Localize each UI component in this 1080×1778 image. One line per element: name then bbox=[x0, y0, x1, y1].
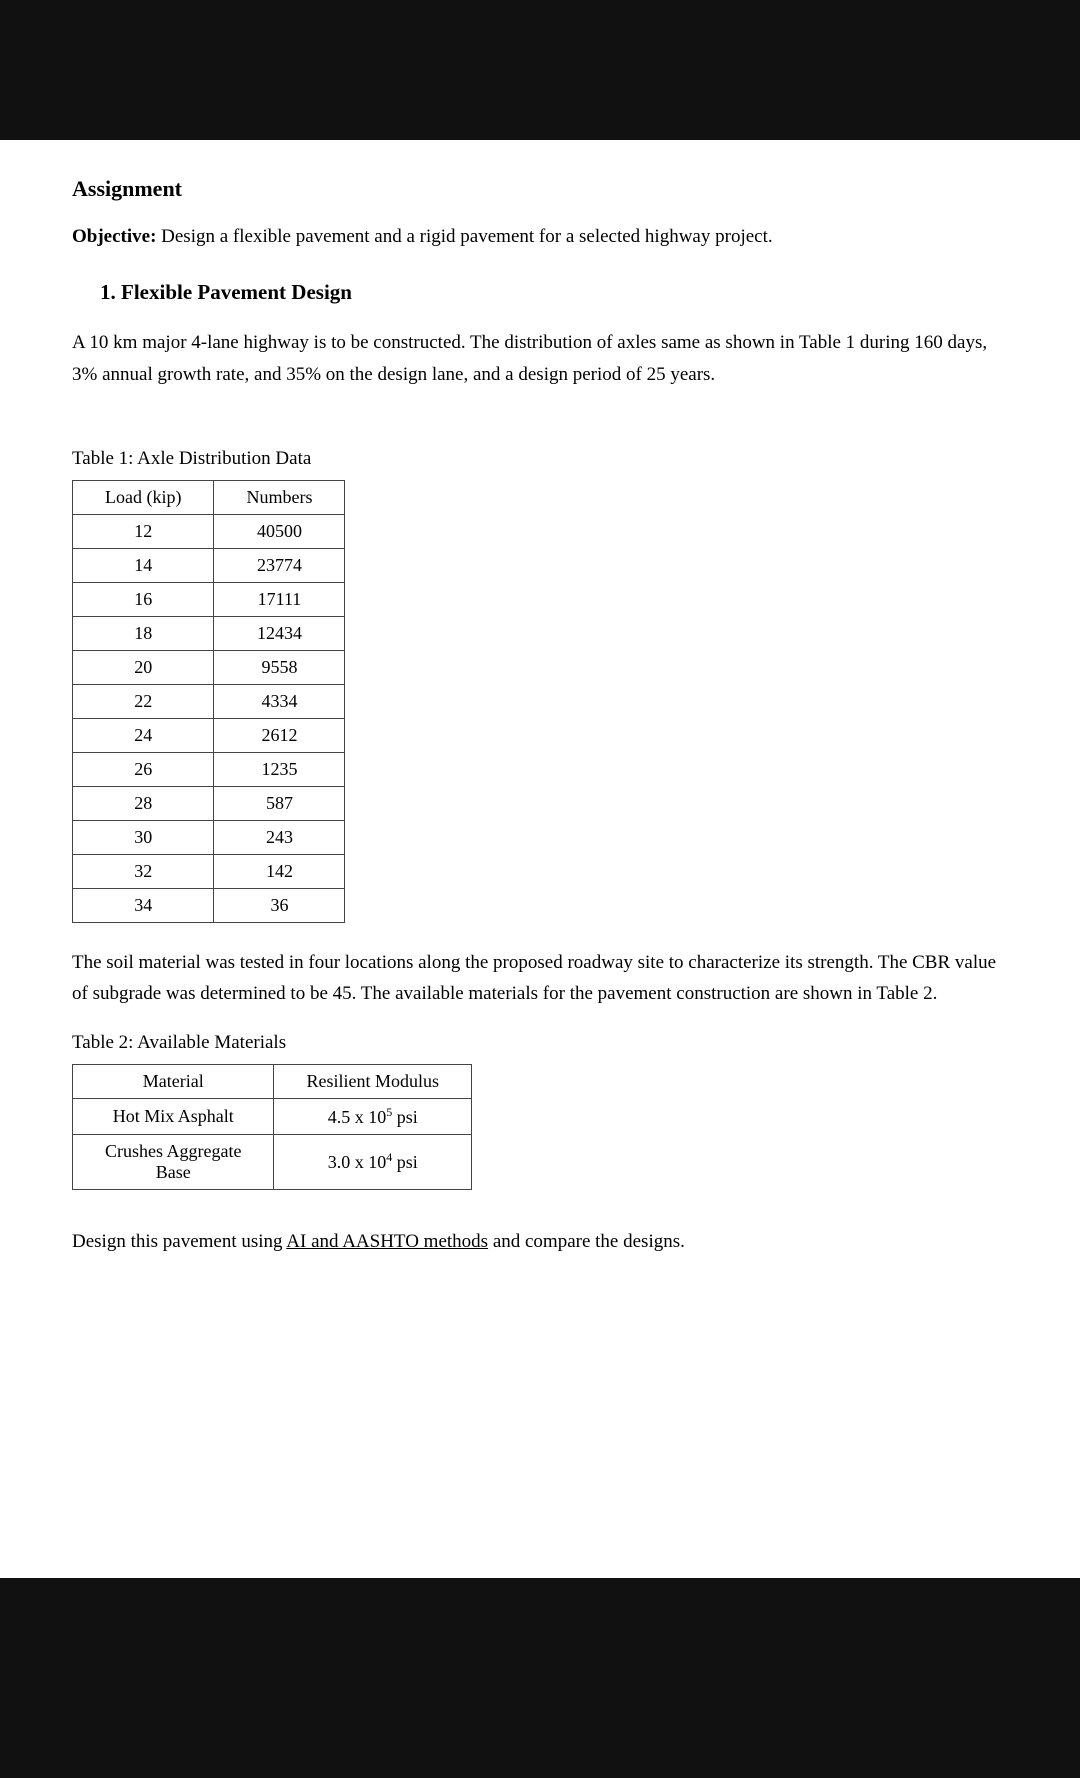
table1-cell-0-1: 40500 bbox=[214, 515, 345, 549]
table1-cell-6-0: 24 bbox=[73, 719, 214, 753]
table1-cell-9-0: 30 bbox=[73, 821, 214, 855]
table1-cell-8-0: 28 bbox=[73, 787, 214, 821]
table1-row-5: 224334 bbox=[73, 685, 345, 719]
table1-row-1: 1423774 bbox=[73, 549, 345, 583]
objective-text: Design a flexible pavement and a rigid p… bbox=[161, 226, 772, 247]
table1-cell-7-0: 26 bbox=[73, 753, 214, 787]
small-spacer bbox=[72, 1214, 1008, 1226]
table1-row-9: 30243 bbox=[73, 821, 345, 855]
table1-cell-10-0: 32 bbox=[73, 855, 214, 889]
section1-heading: 1. Flexible Pavement Design bbox=[100, 280, 1008, 305]
table1-cell-7-1: 1235 bbox=[214, 753, 345, 787]
table1-row-7: 261235 bbox=[73, 753, 345, 787]
table2-header-row: Material Resilient Modulus bbox=[73, 1064, 472, 1098]
table1-cell-3-1: 12434 bbox=[214, 617, 345, 651]
superscript-5: 5 bbox=[386, 1105, 392, 1119]
table1-cell-2-0: 16 bbox=[73, 583, 214, 617]
table1-cell-5-1: 4334 bbox=[214, 685, 345, 719]
table1-cell-4-1: 9558 bbox=[214, 651, 345, 685]
table2-col-modulus: Resilient Modulus bbox=[274, 1064, 472, 1098]
table1-col-load: Load (kip) bbox=[73, 481, 214, 515]
table1: Load (kip) Numbers 124050014237741617111… bbox=[72, 480, 345, 923]
body-paragraph3: Design this pavement using AI and AASHTO… bbox=[72, 1226, 1008, 1257]
table1-row-0: 1240500 bbox=[73, 515, 345, 549]
table1-row-2: 1617111 bbox=[73, 583, 345, 617]
paragraph3-link: AI and AASHTO methods bbox=[286, 1231, 488, 1252]
table1-row-3: 1812434 bbox=[73, 617, 345, 651]
content-area: Assignment Objective: Design a flexible … bbox=[0, 140, 1080, 1578]
page-wrapper: Assignment Objective: Design a flexible … bbox=[0, 0, 1080, 1778]
table1-cell-0-0: 12 bbox=[73, 515, 214, 549]
spacer1 bbox=[72, 412, 1008, 438]
table1-cell-9-1: 243 bbox=[214, 821, 345, 855]
table1-caption: Table 1: Axle Distribution Data bbox=[72, 448, 1008, 470]
table1-row-4: 209558 bbox=[73, 651, 345, 685]
objective-label: Objective: bbox=[72, 226, 156, 247]
top-bar bbox=[0, 0, 1080, 140]
table1-cell-1-0: 14 bbox=[73, 549, 214, 583]
assignment-title: Assignment bbox=[72, 176, 1008, 202]
table1-header-row: Load (kip) Numbers bbox=[73, 481, 345, 515]
table1-cell-11-0: 34 bbox=[73, 889, 214, 923]
body-paragraph2: The soil material was tested in four loc… bbox=[72, 947, 1008, 1010]
paragraph3-pre: Design this pavement using bbox=[72, 1231, 286, 1252]
table1-cell-6-1: 2612 bbox=[214, 719, 345, 753]
table1-cell-4-0: 20 bbox=[73, 651, 214, 685]
table1-cell-5-0: 22 bbox=[73, 685, 214, 719]
table1-cell-3-0: 18 bbox=[73, 617, 214, 651]
table1-cell-2-1: 17111 bbox=[214, 583, 345, 617]
table1-row-11: 3436 bbox=[73, 889, 345, 923]
table2-modulus-2: 3.0 x 104 psi bbox=[274, 1134, 472, 1189]
table2-caption: Table 2: Available Materials bbox=[72, 1032, 1008, 1054]
table1-row-8: 28587 bbox=[73, 787, 345, 821]
table2: Material Resilient Modulus Hot Mix Aspha… bbox=[72, 1064, 472, 1190]
table1-cell-11-1: 36 bbox=[214, 889, 345, 923]
table2-material-1: Hot Mix Asphalt bbox=[73, 1098, 274, 1134]
table2-modulus-1: 4.5 x 105 psi bbox=[274, 1098, 472, 1134]
superscript-4: 4 bbox=[386, 1150, 392, 1164]
table2-material-2: Crushes AggregateBase bbox=[73, 1134, 274, 1189]
objective-block: Objective: Design a flexible pavement an… bbox=[72, 222, 1008, 252]
table2-col-material: Material bbox=[73, 1064, 274, 1098]
table1-row-10: 32142 bbox=[73, 855, 345, 889]
table1-col-numbers: Numbers bbox=[214, 481, 345, 515]
table1-cell-1-1: 23774 bbox=[214, 549, 345, 583]
table1-row-6: 242612 bbox=[73, 719, 345, 753]
body-paragraph1: A 10 km major 4-lane highway is to be co… bbox=[72, 327, 1008, 390]
paragraph3-post: and compare the designs. bbox=[488, 1231, 685, 1252]
table1-cell-10-1: 142 bbox=[214, 855, 345, 889]
table2-row-1: Hot Mix Asphalt 4.5 x 105 psi bbox=[73, 1098, 472, 1134]
bottom-bar bbox=[0, 1578, 1080, 1778]
table1-cell-8-1: 587 bbox=[214, 787, 345, 821]
table2-row-2: Crushes AggregateBase 3.0 x 104 psi bbox=[73, 1134, 472, 1189]
